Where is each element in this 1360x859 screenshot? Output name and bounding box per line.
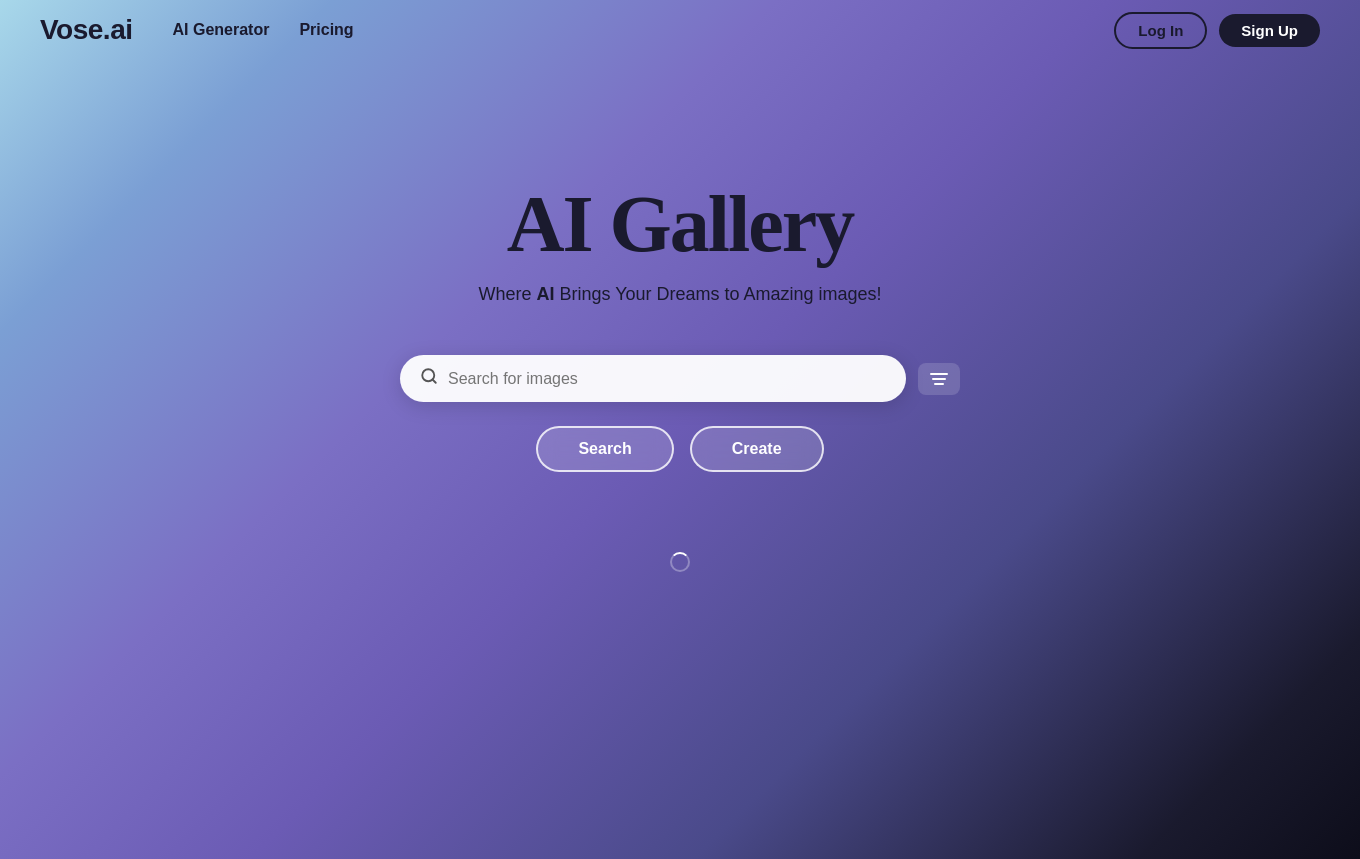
loading-area xyxy=(670,552,690,572)
login-button[interactable]: Log In xyxy=(1114,12,1207,49)
nav-right: Log In Sign Up xyxy=(1114,12,1320,49)
search-input[interactable] xyxy=(448,370,886,388)
nav-links: AI Generator Pricing xyxy=(172,21,353,39)
subtitle-prefix: Where xyxy=(478,284,536,304)
action-buttons: Search Create xyxy=(536,426,823,472)
navbar: Vose.ai AI Generator Pricing Log In Sign… xyxy=(0,0,1360,60)
nav-left: Vose.ai AI Generator Pricing xyxy=(40,14,354,46)
filter-line-3 xyxy=(934,383,944,385)
subtitle-suffix: Brings Your Dreams to Amazing images! xyxy=(554,284,881,304)
hero-section: AI Gallery Where AI Brings Your Dreams t… xyxy=(0,60,1360,572)
search-bar xyxy=(400,355,906,402)
search-button[interactable]: Search xyxy=(536,426,673,472)
hero-title: AI Gallery xyxy=(507,180,854,268)
nav-link-pricing[interactable]: Pricing xyxy=(299,21,353,39)
hero-subtitle: Where AI Brings Your Dreams to Amazing i… xyxy=(478,284,881,305)
search-icon xyxy=(420,367,438,390)
filter-icon xyxy=(930,373,948,385)
search-container xyxy=(400,355,960,402)
logo[interactable]: Vose.ai xyxy=(40,14,132,46)
filter-button[interactable] xyxy=(918,363,960,395)
create-button[interactable]: Create xyxy=(690,426,824,472)
nav-link-ai-generator[interactable]: AI Generator xyxy=(172,21,269,39)
loading-spinner xyxy=(670,552,690,572)
svg-line-1 xyxy=(432,379,435,382)
subtitle-ai: AI xyxy=(536,284,554,304)
filter-line-1 xyxy=(930,373,948,375)
signup-button[interactable]: Sign Up xyxy=(1219,14,1320,47)
filter-line-2 xyxy=(932,378,946,380)
